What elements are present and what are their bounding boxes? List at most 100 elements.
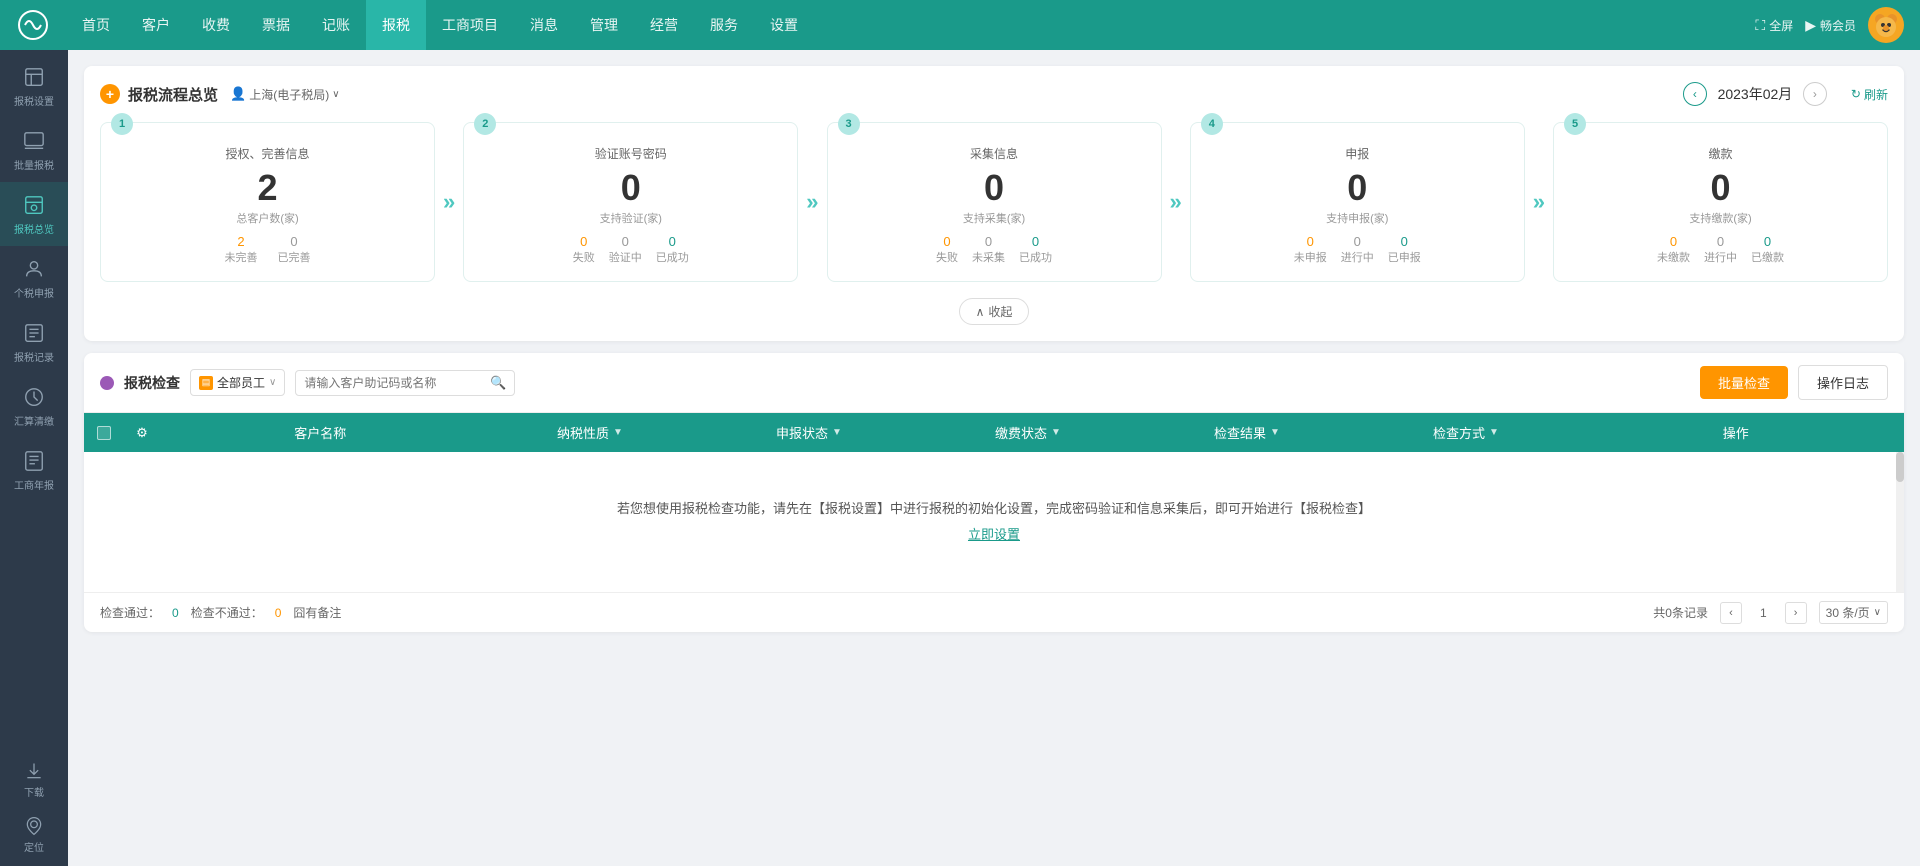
step-5-stat-2-val: 0 [1751,234,1784,249]
nav-item-fee[interactable]: 收费 [186,0,246,50]
nav-item-bill[interactable]: 票据 [246,0,306,50]
top-nav: 首页 客户 收费 票据 记账 报税 工商项目 消息 管理 经营 服务 设置 [66,0,1739,50]
per-page-dropdown-icon: ∨ [1874,607,1881,618]
step-2-stat-1-label: 验证中 [609,249,642,265]
total-records: 共0条记录 [1653,604,1708,621]
prev-page-button[interactable]: ‹ [1720,602,1742,624]
th-check-result[interactable]: 检查结果 ▼ [1138,413,1357,452]
step-4-stat-0-label: 未申报 [1294,249,1327,265]
step-1-stat-0-val: 2 [225,234,258,249]
step-5-stat-0-label: 未缴款 [1657,249,1690,265]
sidebar-item-personal-tax[interactable]: 个税申报 [0,246,68,310]
th-gear[interactable]: ⚙ [124,413,160,452]
next-month-button[interactable]: › [1803,82,1827,106]
filter-icon-5: ▼ [1489,427,1499,438]
dropdown-arrow-icon: ∨ [269,377,276,388]
nav-item-operation[interactable]: 经营 [634,0,694,50]
collapse-button[interactable]: ∧ 收起 [959,298,1030,325]
operation-log-button[interactable]: 操作日志 [1798,365,1888,400]
chevron-down-icon: ∨ [332,89,339,100]
annual-report-icon [21,448,47,474]
th-tax-nature[interactable]: 纳税性质 ▼ [481,413,700,452]
nav-item-message[interactable]: 消息 [514,0,574,50]
search-input[interactable] [304,376,490,390]
header-checkbox[interactable] [97,426,111,440]
orange-plus-badge: + [100,84,120,104]
sidebar-item-annual-report[interactable]: 工商年报 [0,438,68,502]
th-operation: 操作 [1576,413,1897,452]
sidebar-item-batch-tax[interactable]: 批量报税 [0,118,68,182]
step-card-4: 4 申报 0 支持申报(家) 0 未申报 0 进行中 [1190,122,1525,282]
step-5-stat-1-label: 进行中 [1704,249,1737,265]
sidebar-item-tax-settings[interactable]: 报税设置 [0,54,68,118]
step-card-3: 3 采集信息 0 支持采集(家) 0 失败 0 未采集 [827,122,1162,282]
location-filter[interactable]: 👤 上海(电子税局) ∨ [230,86,340,103]
table-footer: 检查通过： 0 检查不通过： 0 囧有备注 共0条记录 ‹ 1 › 30 条/页… [84,592,1904,632]
fullscreen-button[interactable]: ⛶ 全屏 [1755,17,1793,34]
settlement-icon [21,384,47,410]
sidebar-item-tax-overview[interactable]: 报税总览 [0,182,68,246]
logo [0,0,66,50]
nav-item-service[interactable]: 服务 [694,0,754,50]
step-1-count: 2 [113,170,422,206]
per-page-select[interactable]: 30 条/页 ∨ [1819,601,1888,624]
step-arrow-4: » [1525,122,1553,282]
sidebar-item-tax-record[interactable]: 报税记录 [0,310,68,374]
step-3-stat-2-label: 已成功 [1019,249,1052,265]
filter-icon-1: ▼ [613,427,623,438]
note-label: 囧有备注 [293,604,341,621]
refresh-button[interactable]: ↻ 刷新 [1851,86,1888,103]
nav-item-accounting[interactable]: 记账 [306,0,366,50]
filter-orange-icon: ▤ [199,376,213,390]
step-2-sub: 支持验证(家) [476,210,785,226]
employee-filter[interactable]: ▤ 全部员工 ∨ [190,369,285,396]
play-icon: ▶ [1805,17,1816,34]
purple-circle [100,376,114,390]
sidebar-item-settlement[interactable]: 汇算清缴 [0,374,68,438]
th-checkbox[interactable] [84,413,124,452]
step-5-stat-0-val: 0 [1657,234,1690,249]
step-5-sub: 支持缴款(家) [1566,210,1875,226]
filter-icon-4: ▼ [1270,427,1280,438]
th-payment-status[interactable]: 缴费状态 ▼ [919,413,1138,452]
avatar[interactable] [1868,7,1904,43]
tax-overview-icon [21,192,47,218]
member-button[interactable]: ▶ 畅会员 [1805,17,1856,34]
step-1-stat-1-label: 已完善 [278,249,311,265]
step-3-sub: 支持采集(家) [840,210,1149,226]
pass-count[interactable]: 0 [172,606,179,620]
tax-check-section: 报税检查 ▤ 全部员工 ∨ 🔍 批量检查 操作日志 [84,353,1904,632]
nav-item-biz[interactable]: 工商项目 [426,0,514,50]
prev-month-button[interactable]: ‹ [1683,82,1707,106]
step-4-stat-2-val: 0 [1388,234,1421,249]
refresh-icon: ↻ [1851,87,1861,101]
next-page-button[interactable]: › [1785,602,1807,624]
current-page: 1 [1754,604,1773,622]
setup-link[interactable]: 立即设置 [968,522,1020,548]
tax-record-icon [21,320,47,346]
sidebar-item-download[interactable]: 下载 [0,752,68,807]
batch-check-button[interactable]: 批量检查 [1700,366,1788,399]
sidebar-item-location[interactable]: 定位 [0,807,68,862]
nav-item-client[interactable]: 客户 [126,0,186,50]
pass-label: 检查通过： [100,604,160,621]
nav-item-home[interactable]: 首页 [66,0,126,50]
nav-item-settings[interactable]: 设置 [754,0,814,50]
fail-count[interactable]: 0 [275,606,282,620]
step-4-count: 0 [1203,170,1512,206]
step-5-stat-2-label: 已缴款 [1751,249,1784,265]
nav-item-manage[interactable]: 管理 [574,0,634,50]
step-num-4: 4 [1201,113,1223,135]
step-5-title: 缴款 [1566,145,1875,162]
search-box[interactable]: 🔍 [295,370,515,396]
current-date: 2023年02月 [1715,84,1795,104]
step-2-stat-0-val: 0 [573,234,595,249]
th-check-method[interactable]: 检查方式 ▼ [1357,413,1576,452]
step-2-stat-2-val: 0 [656,234,689,249]
step-2-stat-2-label: 已成功 [656,249,689,265]
th-declare-status[interactable]: 申报状态 ▼ [700,413,919,452]
step-1-sub: 总客户数(家) [113,210,422,226]
step-5-count: 0 [1566,170,1875,206]
step-4-stat-0-val: 0 [1294,234,1327,249]
nav-item-tax[interactable]: 报税 [366,0,426,50]
